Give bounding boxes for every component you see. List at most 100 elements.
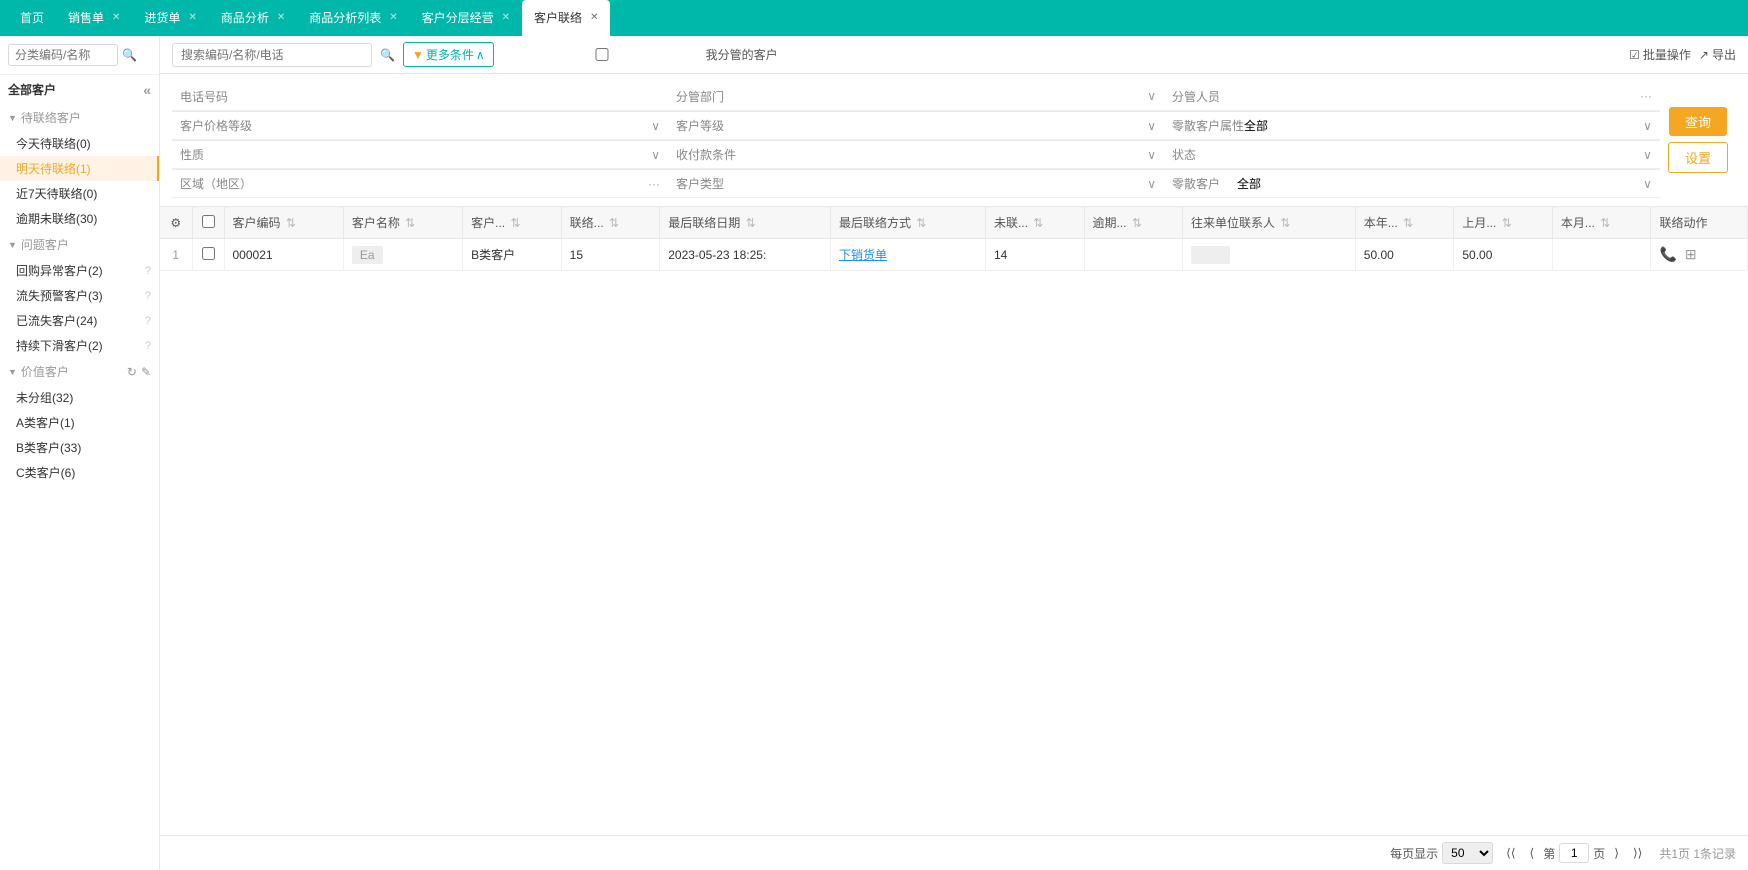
- nav-sales[interactable]: 销售单 ✕: [56, 0, 132, 36]
- close-icon[interactable]: ✕: [389, 0, 397, 36]
- close-icon[interactable]: ✕: [277, 0, 285, 36]
- contact-person: [1183, 239, 1356, 271]
- close-icon[interactable]: ✕: [112, 0, 120, 36]
- sidebar-group-value: ▼ 价值客户 ↻ ✎: [0, 358, 159, 385]
- sidebar: 🔍 全部客户 « 待联络客户 今天待联络(0) 明天待联络(1) 近7天待联络(…: [0, 36, 160, 870]
- payment-label: 收付款条件: [676, 146, 741, 163]
- last-contact-method[interactable]: 下销货单: [831, 239, 986, 271]
- col-settings[interactable]: ⚙: [160, 207, 192, 239]
- sidebar-item-churned[interactable]: 已流失客户(24) ?: [0, 308, 159, 333]
- set-button[interactable]: 设置: [1668, 142, 1728, 173]
- retail-attr-select[interactable]: 全部 ∨: [1244, 117, 1652, 134]
- sidebar-item-repurchase-abnormal[interactable]: 回购异常客户(2) ?: [0, 258, 159, 283]
- sidebar-item-tomorrow-pending[interactable]: 明天待联络(1): [0, 156, 159, 181]
- sort-icon[interactable]: ⇅: [405, 216, 415, 230]
- page-label: 第: [1543, 845, 1555, 862]
- search-icon[interactable]: 🔍: [380, 48, 395, 62]
- chevron-down-icon: ∨: [651, 119, 660, 133]
- query-button[interactable]: 查询: [1669, 107, 1727, 136]
- refresh-icon[interactable]: ↻: [127, 365, 137, 379]
- dept-label: 分管部门: [676, 88, 741, 105]
- next-page-button[interactable]: ⟩: [1609, 843, 1624, 863]
- edit-icon[interactable]: ✎: [141, 365, 151, 379]
- sidebar-all-customers[interactable]: 全部客户 «: [0, 75, 159, 104]
- sidebar-item-overdue-pending[interactable]: 逾期未联络(30): [0, 206, 159, 231]
- sort-icon[interactable]: ⇅: [1502, 216, 1512, 230]
- sidebar-item-ungrouped[interactable]: 未分组(32): [0, 385, 159, 410]
- page-number-input[interactable]: [1559, 843, 1589, 863]
- per-page-select[interactable]: 50 100 200: [1442, 842, 1493, 864]
- sort-icon[interactable]: ⇅: [1280, 216, 1290, 230]
- sidebar-search-input[interactable]: [8, 44, 118, 66]
- customer-name: Ea: [343, 239, 462, 271]
- nav-customer-contact[interactable]: 客户联络 ✕: [522, 0, 610, 36]
- sort-icon[interactable]: ⇅: [1600, 216, 1610, 230]
- sidebar-item-class-b[interactable]: B类客户(33): [0, 435, 159, 460]
- this-year-amount: 50.00: [1355, 239, 1454, 271]
- my-customers-checkbox-area[interactable]: 我分管的客户: [502, 46, 778, 63]
- sort-icon[interactable]: ⇅: [286, 216, 296, 230]
- search-input[interactable]: [172, 43, 372, 67]
- last-page-button[interactable]: ⟩⟩: [1628, 843, 1647, 863]
- nature-select[interactable]: ∨: [245, 148, 660, 162]
- sidebar-item-class-a[interactable]: A类客户(1): [0, 410, 159, 435]
- close-icon[interactable]: ✕: [502, 0, 510, 36]
- payment-select[interactable]: ∨: [741, 148, 1156, 162]
- phone-input[interactable]: [245, 87, 660, 105]
- sort-icon[interactable]: ⇅: [1132, 216, 1142, 230]
- search-icon[interactable]: 🔍: [122, 48, 137, 62]
- help-icon[interactable]: ?: [145, 315, 151, 327]
- nav-purchase[interactable]: 进货单 ✕: [132, 0, 208, 36]
- sort-icon[interactable]: ⇅: [510, 216, 520, 230]
- all-customers-label: 全部客户: [8, 81, 56, 98]
- prev-page-button[interactable]: ⟨: [1525, 843, 1540, 863]
- more-filter-button[interactable]: ▼ 更多条件 ∧: [403, 42, 494, 67]
- last-month-amount: 50.00: [1454, 239, 1553, 271]
- sort-icon[interactable]: ⇅: [746, 216, 756, 230]
- customer-type-select[interactable]: ∨: [741, 177, 1156, 191]
- sidebar-item-7days-pending[interactable]: 近7天待联络(0): [0, 181, 159, 206]
- sidebar-item-declining[interactable]: 持续下滑客户(2) ?: [0, 333, 159, 358]
- close-icon[interactable]: ✕: [590, 0, 598, 36]
- batch-op-button[interactable]: ☑ 批量操作: [1629, 46, 1691, 63]
- sort-icon[interactable]: ⇅: [609, 216, 619, 230]
- nav-product-analysis[interactable]: 商品分析 ✕: [209, 0, 297, 36]
- filter-region: 区域（地区） ···: [172, 170, 668, 198]
- sidebar-item-churn-warning[interactable]: 流失预警客户(3) ?: [0, 283, 159, 308]
- filter-dept: 分管部门 ∨: [668, 82, 1164, 111]
- select-all-checkbox[interactable]: [202, 215, 215, 228]
- retail-customer-select[interactable]: 全部 ∨: [1237, 175, 1652, 192]
- region-label: 区域（地区）: [180, 175, 252, 192]
- help-icon[interactable]: ?: [145, 340, 151, 352]
- help-icon[interactable]: ?: [145, 265, 151, 277]
- manager-select[interactable]: ···: [1237, 89, 1652, 103]
- region-select[interactable]: ···: [252, 177, 660, 191]
- nav-customer-layered[interactable]: 客户分层经营 ✕: [410, 0, 522, 36]
- price-grade-select[interactable]: ∨: [252, 119, 660, 133]
- close-icon[interactable]: ✕: [188, 0, 196, 36]
- dept-select[interactable]: ∨: [741, 89, 1156, 103]
- my-customers-checkbox[interactable]: [502, 48, 702, 61]
- col-this-month: 本月... ⇅: [1552, 207, 1651, 239]
- sort-icon[interactable]: ⇅: [1403, 216, 1413, 230]
- row-checkbox[interactable]: [192, 239, 224, 271]
- status-select[interactable]: ∨: [1237, 148, 1652, 162]
- sidebar-item-class-c[interactable]: C类客户(6): [0, 460, 159, 485]
- advanced-filter-panel: 电话号码 分管部门 ∨ 分管人员: [160, 74, 1748, 207]
- overdue: [1084, 239, 1183, 271]
- first-page-button[interactable]: ⟨⟨: [1501, 843, 1520, 863]
- col-checkbox[interactable]: [192, 207, 224, 239]
- price-grade-label: 客户价格等级: [180, 117, 252, 134]
- call-icon[interactable]: 📞: [1659, 246, 1676, 263]
- table-row: 1 000021 Ea B类客户 15 2023-05-23 18:25: 下销…: [160, 239, 1748, 271]
- sidebar-item-today-pending[interactable]: 今天待联络(0): [0, 131, 159, 156]
- sort-icon[interactable]: ⇅: [916, 216, 926, 230]
- chevron-left-icon[interactable]: «: [143, 82, 151, 98]
- nav-product-analysis-list[interactable]: 商品分析列表 ✕: [297, 0, 409, 36]
- grid-icon[interactable]: ⊞: [1685, 246, 1697, 263]
- sort-icon[interactable]: ⇅: [1033, 216, 1043, 230]
- customer-grade-select[interactable]: ∨: [741, 119, 1156, 133]
- nav-home[interactable]: 首页: [8, 0, 56, 36]
- export-button[interactable]: ↗ 导出: [1699, 46, 1736, 63]
- help-icon[interactable]: ?: [145, 290, 151, 302]
